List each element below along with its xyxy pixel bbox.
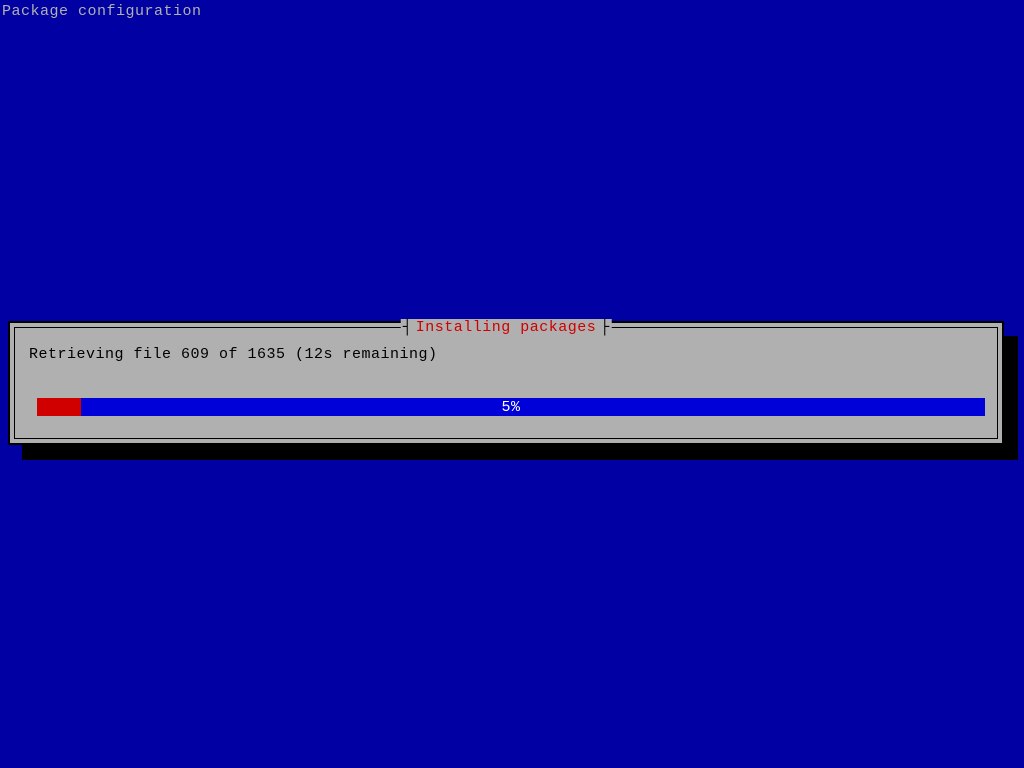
dialog-title-bracket-right: ├ bbox=[600, 319, 609, 336]
dialog-box: ┤ Installing packages ├ Retrieving file … bbox=[8, 321, 1004, 445]
status-text: Retrieving file 609 of 1635 (12s remaini… bbox=[29, 346, 438, 363]
dialog-title: Installing packages bbox=[412, 319, 601, 336]
dialog-title-bracket-left: ┤ bbox=[403, 319, 412, 336]
progress-percent-label: 5% bbox=[501, 399, 520, 416]
screen-title: Package configuration bbox=[2, 3, 202, 20]
progress-bar-fill bbox=[37, 398, 81, 416]
progress-bar: 5% bbox=[37, 398, 985, 416]
dialog-title-container: ┤ Installing packages ├ bbox=[401, 319, 612, 336]
dialog-inner-border: ┤ Installing packages ├ Retrieving file … bbox=[14, 327, 998, 439]
